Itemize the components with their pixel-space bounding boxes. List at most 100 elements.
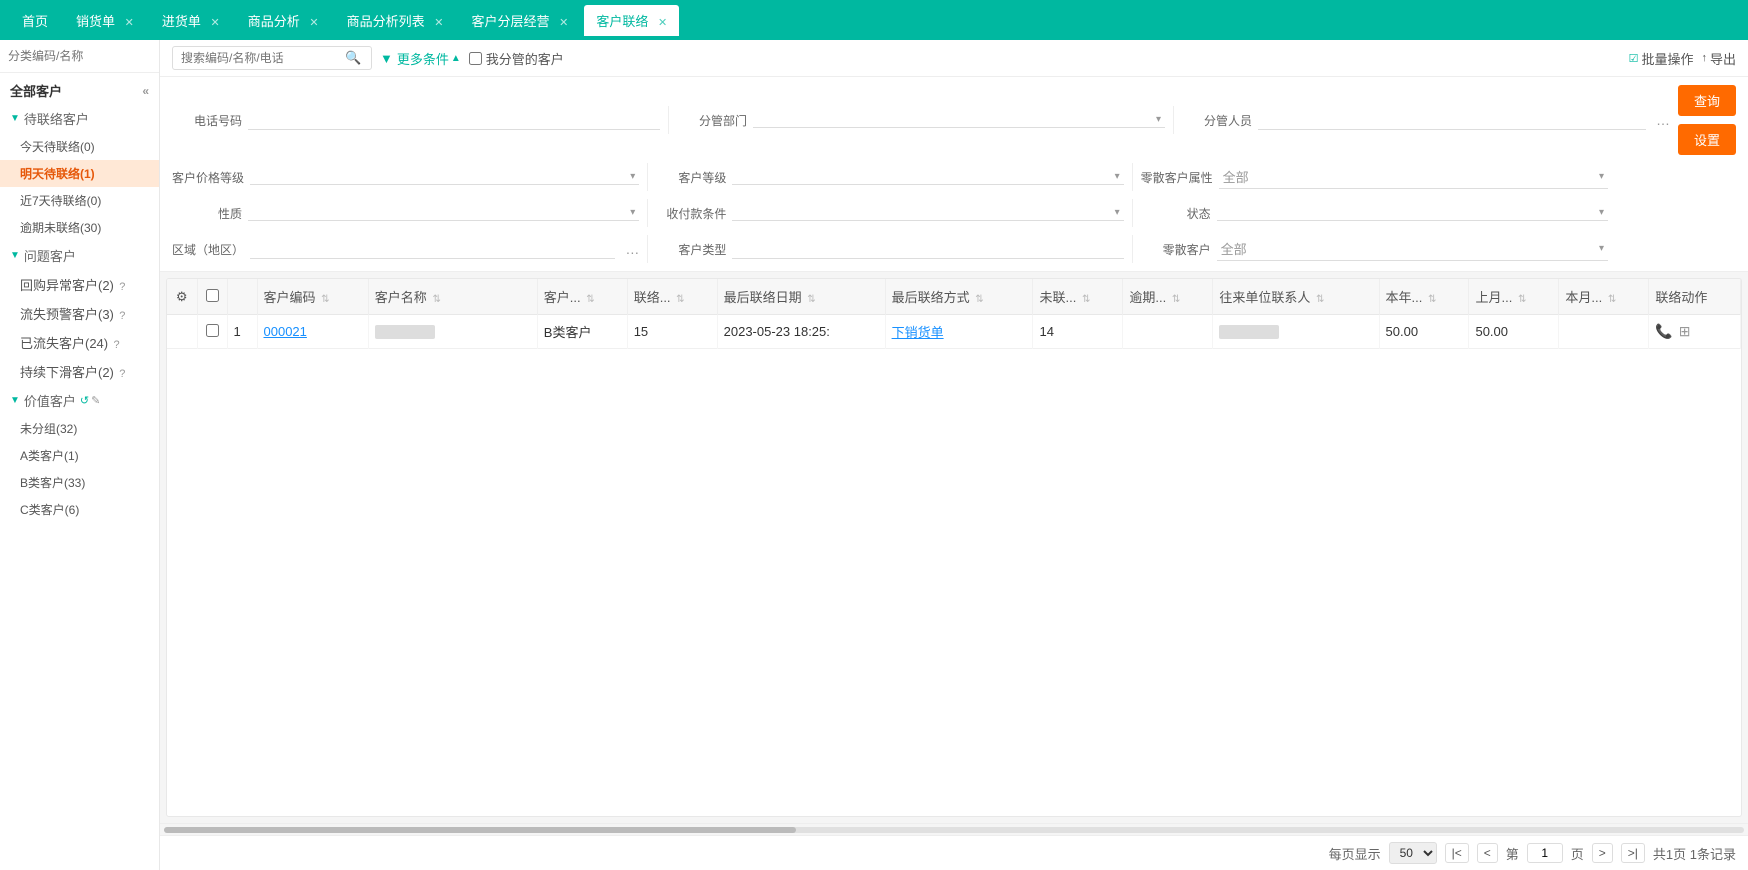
col-settings[interactable]: ⚙ <box>167 279 197 315</box>
close-icon[interactable]: ✕ <box>211 17 220 29</box>
sidebar-item-class-a[interactable]: A类客户(1) <box>0 442 159 469</box>
close-icon[interactable]: ✕ <box>658 17 667 29</box>
sidebar-group-value[interactable]: ▼ 价值客户 ↺ ✎ <box>0 386 159 415</box>
retail-attr-select[interactable]: 全部 ▾ <box>1219 165 1608 189</box>
payment-select[interactable]: ▾ <box>732 205 1123 221</box>
sidebar-item-today-contact[interactable]: 今天待联络(0) <box>0 133 159 160</box>
more-icon[interactable]: … <box>1656 112 1670 128</box>
search-icon[interactable]: 🔍 <box>345 50 361 66</box>
page-input[interactable] <box>1527 843 1563 863</box>
nav-tab-sales[interactable]: 销货单 ✕ <box>64 5 146 36</box>
sidebar-item-declining[interactable]: 持续下滑客户(2) ? <box>0 357 159 386</box>
col-name[interactable]: 客户名称 ⇅ <box>368 279 537 315</box>
sidebar-item-ungrouped[interactable]: 未分组(32) <box>0 415 159 442</box>
sidebar-item-class-b[interactable]: B类客户(33) <box>0 469 159 496</box>
customer-type-label: 客户类型 <box>656 241 726 258</box>
collapse-icon[interactable]: « <box>142 84 149 98</box>
dept-select[interactable]: ▾ <box>753 112 1165 128</box>
sidebar-item-tomorrow-contact[interactable]: 明天待联络(1) <box>0 160 159 187</box>
close-icon[interactable]: ✕ <box>125 17 134 29</box>
horizontal-scrollbar[interactable] <box>160 823 1748 835</box>
sidebar-search-box[interactable]: 🔍 <box>0 40 159 73</box>
row-select-checkbox[interactable] <box>206 324 219 337</box>
row-last-month: 50.00 <box>1469 315 1559 349</box>
sidebar-item-repurchase-abnormal[interactable]: 回购异常客户(2) ? <box>0 270 159 299</box>
filter-field-status: 状态 ▾ <box>1141 205 1608 222</box>
chevron-down-icon: ▾ <box>1599 243 1604 254</box>
price-level-select[interactable]: ▾ <box>250 169 639 185</box>
close-icon[interactable]: ✕ <box>559 17 568 29</box>
chevron-up-icon: ▲ <box>451 53 461 64</box>
scrollbar-track[interactable] <box>164 827 1744 833</box>
gender-select[interactable]: ▾ <box>248 205 639 221</box>
col-this-year[interactable]: 本年... ⇅ <box>1379 279 1469 315</box>
divider <box>1132 199 1133 227</box>
nav-tab-product-analysis-list[interactable]: 商品分析列表 ✕ <box>335 5 456 36</box>
col-type[interactable]: 客户... ⇅ <box>537 279 627 315</box>
region-input[interactable] <box>250 240 615 259</box>
my-customers-checkbox-area[interactable]: 我分管的客户 <box>469 49 564 68</box>
col-overdue[interactable]: 逾期... ⇅ <box>1123 279 1213 315</box>
col-last-month[interactable]: 上月... ⇅ <box>1469 279 1559 315</box>
status-select[interactable]: ▾ <box>1217 205 1608 221</box>
col-this-month[interactable]: 本月... ⇅ <box>1559 279 1649 315</box>
sidebar-item-overdue-contact[interactable]: 逾期未联络(30) <box>0 214 159 241</box>
settings-button[interactable]: 设置 <box>1678 124 1736 155</box>
price-level-label: 客户价格等级 <box>172 169 244 186</box>
my-customers-checkbox[interactable] <box>469 52 482 65</box>
nav-tab-customer-segmentation[interactable]: 客户分层经营 ✕ <box>459 5 580 36</box>
row-name <box>368 315 537 349</box>
col-contact[interactable]: 联络... ⇅ <box>627 279 717 315</box>
refresh-icon[interactable]: ↺ <box>80 394 89 407</box>
all-customers-header[interactable]: 全部客户 « <box>0 73 159 104</box>
grid-action-icon[interactable]: ⊞ <box>1679 323 1691 340</box>
retail-customer-select[interactable]: 全部 ▾ <box>1217 237 1608 261</box>
sidebar-item-7day-contact[interactable]: 近7天待联络(0) <box>0 187 159 214</box>
main-search-input[interactable] <box>181 51 341 65</box>
col-code[interactable]: 客户编码 ⇅ <box>257 279 368 315</box>
last-page-button[interactable]: >| <box>1621 843 1645 863</box>
row-code[interactable]: 000021 <box>257 315 368 349</box>
edit-icon[interactable]: ✎ <box>91 394 100 407</box>
col-partner-contact[interactable]: 往来单位联系人 ⇅ <box>1213 279 1379 315</box>
advanced-filter-panel: 电话号码 分管部门 ▾ 分管人员 … <box>160 77 1748 272</box>
more-icon[interactable]: … <box>625 241 639 257</box>
scrollbar-thumb[interactable] <box>164 827 796 833</box>
close-icon[interactable]: ✕ <box>309 17 318 29</box>
nav-tab-purchase[interactable]: 进货单 ✕ <box>150 5 232 36</box>
sidebar-group-problem[interactable]: ▼ 问题客户 <box>0 241 159 270</box>
close-icon[interactable]: ✕ <box>434 17 443 29</box>
batch-operation-button[interactable]: ☑ 批量操作 <box>1629 49 1694 68</box>
more-conditions-button[interactable]: ▼ 更多条件 ▲ <box>380 49 461 68</box>
sidebar-item-churn-warning[interactable]: 流失预警客户(3) ? <box>0 299 159 328</box>
nav-tab-customer-contact[interactable]: 客户联络 ✕ <box>584 5 679 36</box>
sidebar-item-class-c[interactable]: C类客户(6) <box>0 496 159 523</box>
sidebar-group-pending[interactable]: ▼ 待联络客户 <box>0 104 159 133</box>
customer-level-select[interactable]: ▾ <box>732 169 1123 185</box>
phone-action-icon[interactable]: 📞 <box>1655 323 1672 340</box>
export-button[interactable]: ↑ 导出 <box>1701 49 1736 68</box>
main-layout: 🔍 全部客户 « ▼ 待联络客户 今天待联络(0) 明天待联络(1) 近7天待联… <box>0 40 1748 870</box>
customer-type-input[interactable] <box>732 240 1123 259</box>
col-checkbox[interactable] <box>197 279 227 315</box>
manager-input[interactable] <box>1258 111 1646 130</box>
nav-home[interactable]: 首页 <box>10 5 60 36</box>
col-last-contact-method[interactable]: 最后联络方式 ⇅ <box>885 279 1033 315</box>
row-last-contact-method[interactable]: 下销货单 <box>885 315 1033 349</box>
search-box[interactable]: 🔍 <box>172 46 372 70</box>
sidebar-item-churned[interactable]: 已流失客户(24) ? <box>0 328 159 357</box>
prev-page-button[interactable]: < <box>1477 843 1498 863</box>
table-footer: 每页显示 50 |< < 第 页 > >| 共1页 1条记录 <box>160 835 1748 870</box>
sidebar: 🔍 全部客户 « ▼ 待联络客户 今天待联络(0) 明天待联络(1) 近7天待联… <box>0 40 160 870</box>
sidebar-search-input[interactable] <box>8 49 160 63</box>
col-unlinked[interactable]: 未联... ⇅ <box>1033 279 1123 315</box>
page-size-select[interactable]: 50 <box>1389 842 1437 864</box>
phone-input[interactable] <box>248 111 660 130</box>
first-page-button[interactable]: |< <box>1445 843 1469 863</box>
col-last-contact-date[interactable]: 最后联络日期 ⇅ <box>717 279 885 315</box>
next-page-button[interactable]: > <box>1592 843 1613 863</box>
select-all-checkbox[interactable] <box>206 289 219 302</box>
nav-tab-product-analysis[interactable]: 商品分析 ✕ <box>236 5 331 36</box>
query-button[interactable]: 查询 <box>1678 85 1736 116</box>
row-checkbox[interactable] <box>197 315 227 349</box>
